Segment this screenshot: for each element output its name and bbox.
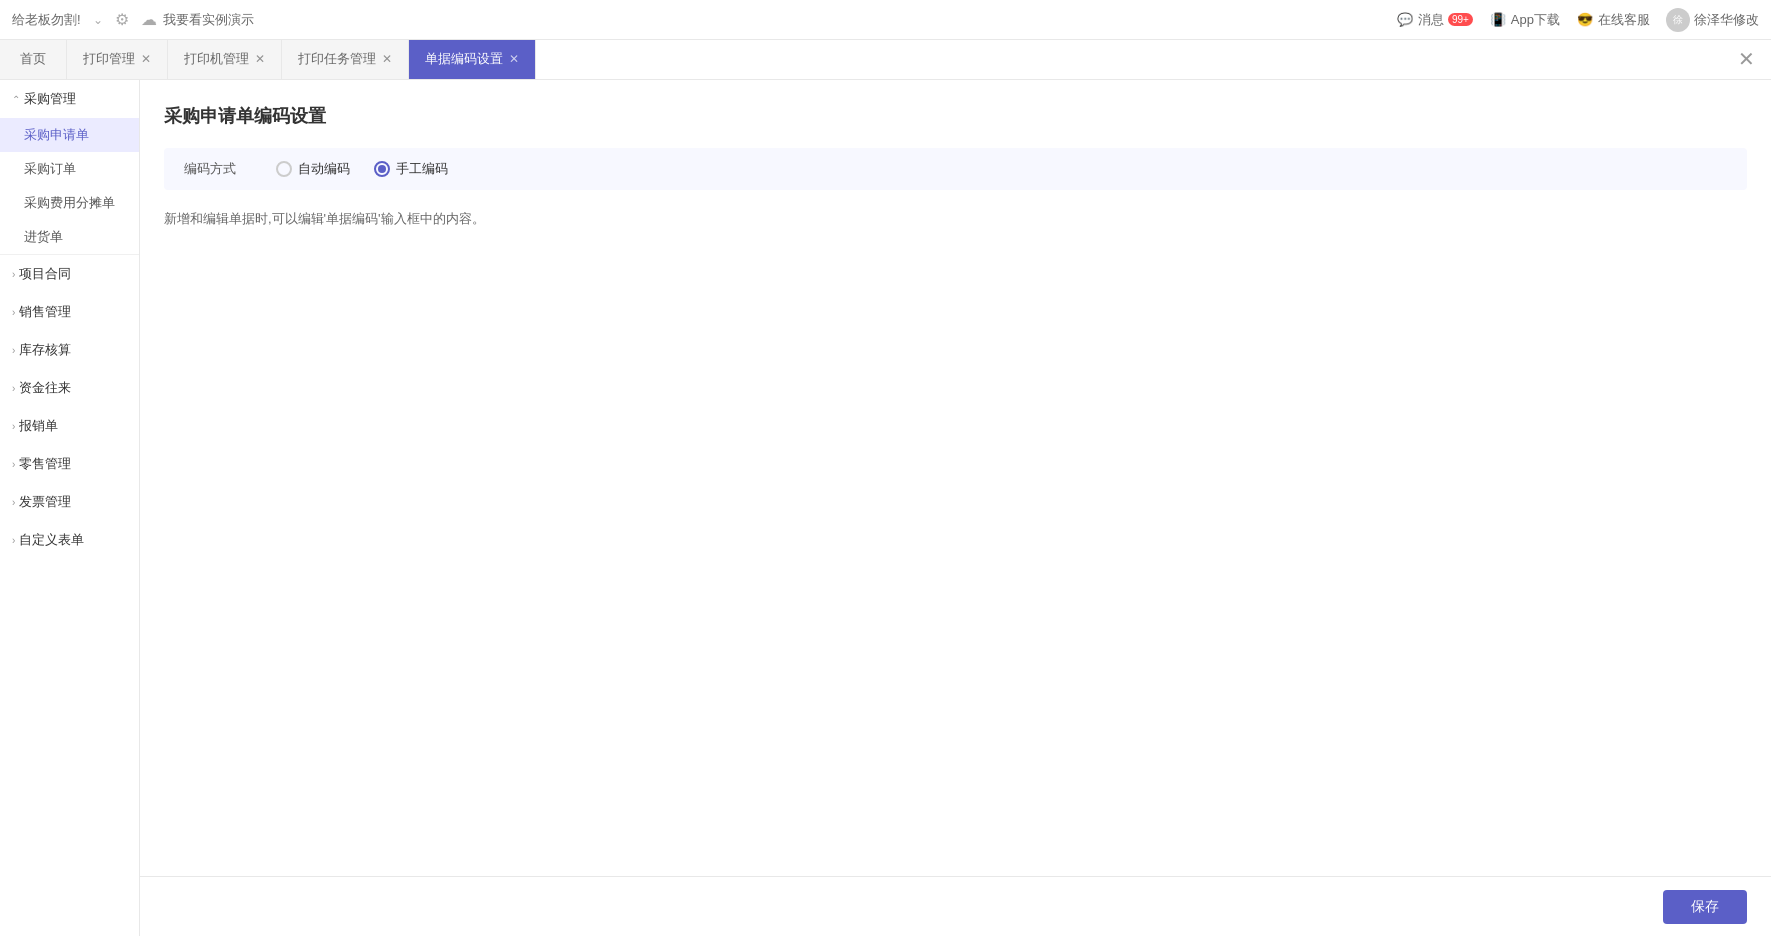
sidebar-item-custom-form[interactable]: › 自定义表单 [0, 521, 139, 559]
sidebar-item-purchase-expense-label: 采购费用分摊单 [24, 195, 115, 210]
download-icon: 📳 [1489, 11, 1507, 29]
sidebar-item-sales-management-label: 销售管理 [19, 303, 71, 321]
message-button[interactable]: 💬 消息 99+ [1396, 11, 1473, 29]
chevron-right-icon: › [12, 345, 15, 356]
close-all-tabs-button[interactable]: ✕ [1722, 39, 1771, 79]
sidebar-item-invoice[interactable]: › 发票管理 [0, 483, 139, 521]
description-text: 新增和编辑单据时,可以编辑'单据编码'输入框中的内容。 [164, 210, 1747, 228]
sidebar-item-custom-form-label: 自定义表单 [19, 531, 84, 549]
chevron-right-icon: › [12, 535, 15, 546]
footer-bar: 保存 [140, 876, 1771, 936]
chevron-right-icon: › [12, 383, 15, 394]
sidebar-item-project-contract-label: 项目合同 [19, 265, 71, 283]
sidebar-item-inventory-label: 库存核算 [19, 341, 71, 359]
sidebar-item-retail[interactable]: › 零售管理 [0, 445, 139, 483]
radio-manual-code[interactable]: 手工编码 [374, 160, 448, 178]
chevron-right-icon: › [12, 307, 15, 318]
content-inner: 采购申请单编码设置 编码方式 自动编码 手工编码 新增和编辑单据时,可以编辑'单… [140, 80, 1771, 876]
tab-printer-management-label: 打印机管理 [184, 50, 249, 68]
top-bar: 给老板勿割! ⌄ ⚙ ☁ 我要看实例演示 💬 消息 99+ 📳 App下载 😎 … [0, 0, 1771, 40]
sidebar-item-purchase-order[interactable]: 采购订单 [0, 152, 139, 186]
radio-auto-code[interactable]: 自动编码 [276, 160, 350, 178]
message-icon: 💬 [1396, 11, 1414, 29]
sidebar-item-retail-label: 零售管理 [19, 455, 71, 473]
user-name: 徐泽华修改 [1694, 11, 1759, 29]
close-icon[interactable]: ✕ [141, 52, 151, 66]
radio-manual-label: 手工编码 [396, 160, 448, 178]
tab-print-task-management[interactable]: 打印任务管理 ✕ [282, 39, 409, 79]
gear-icon[interactable]: ⚙ [115, 10, 129, 29]
close-icon[interactable]: ✕ [382, 52, 392, 66]
radio-auto-label: 自动编码 [298, 160, 350, 178]
chevron-down-icon[interactable]: ⌄ [93, 13, 103, 27]
sidebar-item-purchase-request-label: 采购申请单 [24, 127, 89, 142]
sidebar-item-purchase-receipt[interactable]: 进货单 [0, 220, 139, 254]
app-download-button[interactable]: 📳 App下载 [1489, 11, 1560, 29]
chevron-right-icon: › [12, 421, 15, 432]
close-icon[interactable]: ✕ [509, 52, 519, 66]
online-service-button[interactable]: 😎 在线客服 [1576, 11, 1650, 29]
sidebar-group-purchase: ⌃ 采购管理 采购申请单 采购订单 采购费用分摊单 进货单 [0, 80, 139, 255]
sidebar-item-purchase-request[interactable]: 采购申请单 [0, 118, 139, 152]
chevron-down-icon: ⌃ [12, 94, 20, 105]
sidebar-item-expense-claim[interactable]: › 报销单 [0, 407, 139, 445]
avatar: 徐 [1666, 8, 1690, 32]
close-icon[interactable]: ✕ [255, 52, 265, 66]
sidebar: ⌃ 采购管理 采购申请单 采购订单 采购费用分摊单 进货单 › 项目合同 › 销… [0, 80, 140, 936]
tab-bar: 首页 打印管理 ✕ 打印机管理 ✕ 打印任务管理 ✕ 单据编码设置 ✕ ✕ [0, 40, 1771, 80]
sidebar-item-inventory[interactable]: › 库存核算 [0, 331, 139, 369]
message-label: 消息 [1418, 11, 1444, 29]
content-area: 采购申请单编码设置 编码方式 自动编码 手工编码 新增和编辑单据时,可以编辑'单… [140, 80, 1771, 936]
chevron-right-icon: › [12, 269, 15, 280]
radio-manual-circle [374, 161, 390, 177]
main-layout: ⌃ 采购管理 采购申请单 采购订单 采购费用分摊单 进货单 › 项目合同 › 销… [0, 80, 1771, 936]
sidebar-item-purchase-receipt-label: 进货单 [24, 229, 63, 244]
app-title: 给老板勿割! [12, 11, 81, 29]
tab-printer-management[interactable]: 打印机管理 ✕ [168, 39, 282, 79]
tab-print-management[interactable]: 打印管理 ✕ [67, 39, 168, 79]
top-bar-right: 💬 消息 99+ 📳 App下载 😎 在线客服 徐 徐泽华修改 [1396, 8, 1759, 32]
radio-group: 自动编码 手工编码 [276, 160, 448, 178]
tab-print-management-label: 打印管理 [83, 50, 135, 68]
top-bar-left: 给老板勿割! ⌄ ⚙ ☁ 我要看实例演示 [12, 10, 254, 29]
cloud-icon: ☁ [141, 10, 157, 29]
tab-home-label: 首页 [20, 50, 46, 68]
sidebar-item-invoice-label: 发票管理 [19, 493, 71, 511]
sidebar-item-expense-claim-label: 报销单 [19, 417, 58, 435]
demo-label: 我要看实例演示 [163, 11, 254, 29]
tab-code-settings-label: 单据编码设置 [425, 50, 503, 68]
online-service-label: 在线客服 [1598, 11, 1650, 29]
radio-auto-circle [276, 161, 292, 177]
headset-icon: 😎 [1576, 11, 1594, 29]
sidebar-group-purchase-title[interactable]: ⌃ 采购管理 [0, 80, 139, 118]
tab-home[interactable]: 首页 [0, 39, 67, 79]
sidebar-item-purchase-expense[interactable]: 采购费用分摊单 [0, 186, 139, 220]
sidebar-item-funds[interactable]: › 资金往来 [0, 369, 139, 407]
encoding-section: 编码方式 自动编码 手工编码 [164, 148, 1747, 190]
save-button[interactable]: 保存 [1663, 890, 1747, 924]
sidebar-group-purchase-label: 采购管理 [24, 90, 76, 108]
sidebar-item-purchase-order-label: 采购订单 [24, 161, 76, 176]
chevron-right-icon: › [12, 459, 15, 470]
page-title: 采购申请单编码设置 [164, 104, 1747, 128]
sidebar-item-project-contract[interactable]: › 项目合同 [0, 255, 139, 293]
message-badge: 99+ [1448, 13, 1473, 26]
encoding-label: 编码方式 [184, 160, 236, 178]
tab-code-settings[interactable]: 单据编码设置 ✕ [409, 39, 536, 79]
sidebar-item-funds-label: 资金往来 [19, 379, 71, 397]
user-menu[interactable]: 徐 徐泽华修改 [1666, 8, 1759, 32]
tab-print-task-management-label: 打印任务管理 [298, 50, 376, 68]
sidebar-item-sales-management[interactable]: › 销售管理 [0, 293, 139, 331]
app-download-label: App下载 [1511, 11, 1560, 29]
demo-banner[interactable]: ☁ 我要看实例演示 [141, 10, 254, 29]
chevron-right-icon: › [12, 497, 15, 508]
